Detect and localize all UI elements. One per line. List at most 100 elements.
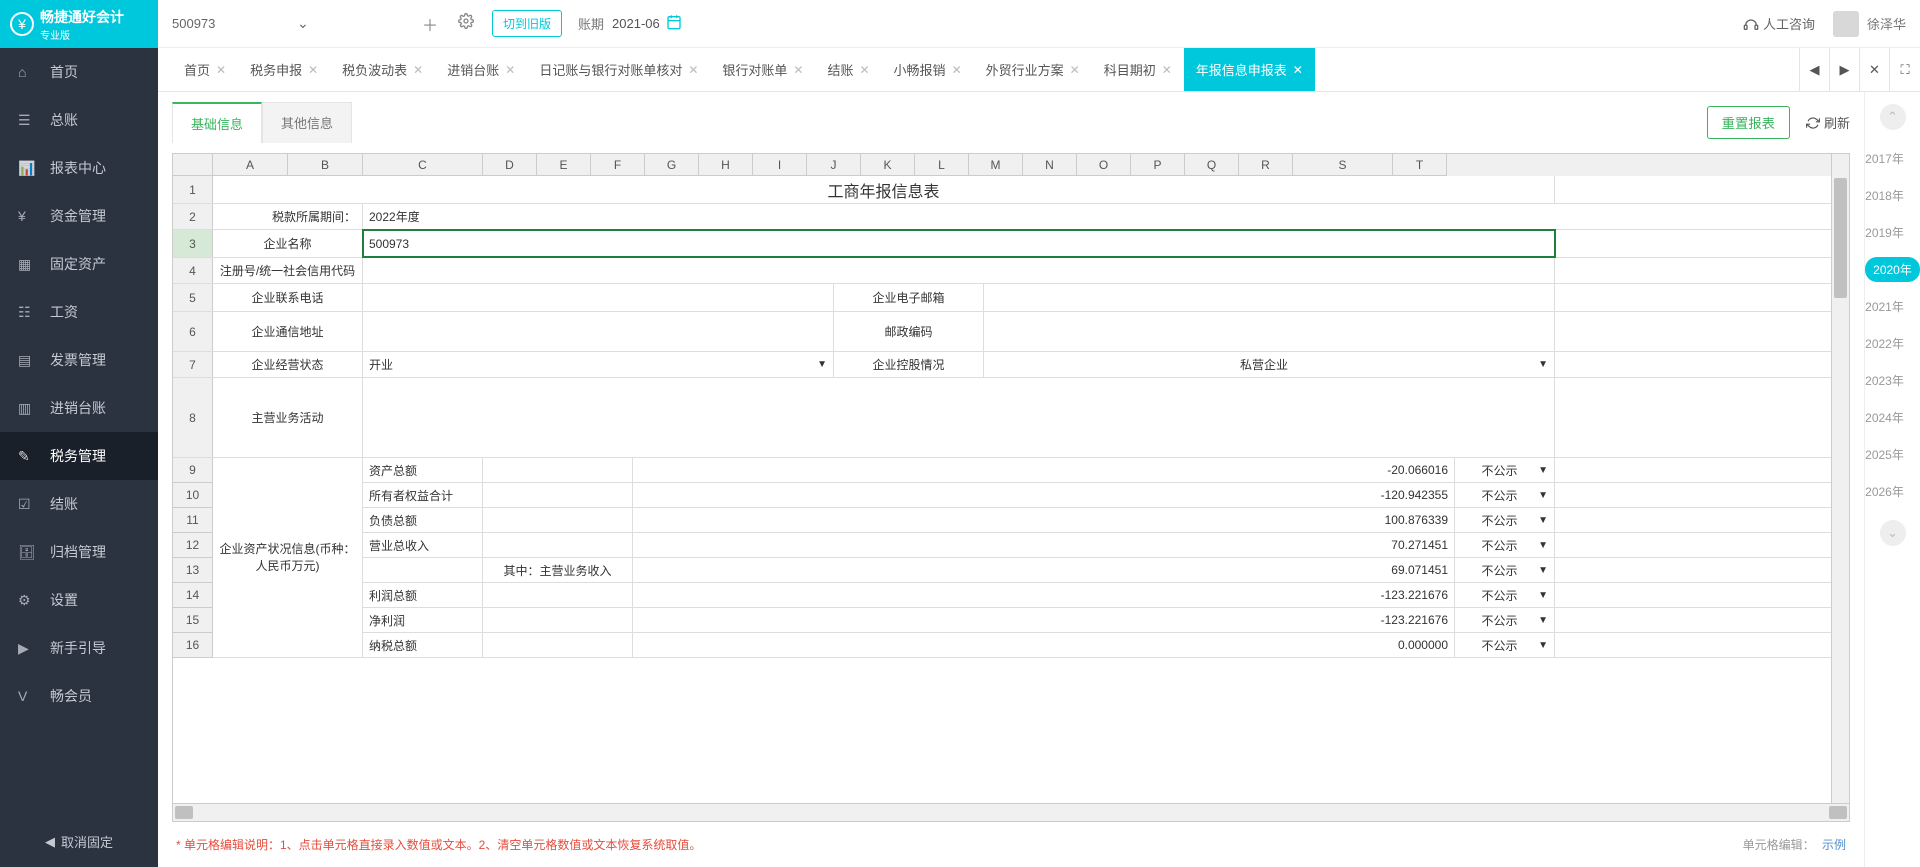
tab-年报信息申报表[interactable]: 年报信息申报表✕ <box>1184 48 1315 91</box>
col-head-K[interactable]: K <box>861 154 915 176</box>
close-icon[interactable]: ✕ <box>1162 63 1172 77</box>
year-2019年[interactable]: 2019年 <box>1865 214 1920 251</box>
col-head-B[interactable]: B <box>288 154 363 176</box>
close-icon[interactable]: ✕ <box>793 63 803 77</box>
tab-结账[interactable]: 结账✕ <box>815 48 881 91</box>
tab-小畅报销[interactable]: 小畅报销✕ <box>882 48 974 91</box>
refresh-button[interactable]: 刷新 <box>1806 113 1850 132</box>
company-selector[interactable]: 500973 ⌄ <box>172 15 412 32</box>
fin-value-15[interactable]: -123.221676 <box>633 608 1455 632</box>
unpin-sidebar[interactable]: ◀ 取消固定 <box>0 816 158 867</box>
tab-银行对账单[interactable]: 银行对账单✕ <box>710 48 815 91</box>
publish-select-14[interactable]: 不公示▼ <box>1455 583 1555 607</box>
calendar-icon[interactable] <box>666 14 682 33</box>
sidebar-item-fund[interactable]: ¥资金管理 <box>0 192 158 240</box>
vertical-scrollbar[interactable] <box>1831 154 1849 803</box>
sidebar-item-gear[interactable]: ⚙设置 <box>0 576 158 624</box>
sidebar-item-home[interactable]: ⌂首页 <box>0 48 158 96</box>
publish-select-10[interactable]: 不公示▼ <box>1455 483 1555 507</box>
col-head-L[interactable]: L <box>915 154 969 176</box>
sidebar-item-report[interactable]: 📊报表中心 <box>0 144 158 192</box>
close-icon[interactable]: ✕ <box>1293 63 1303 77</box>
col-head-P[interactable]: P <box>1131 154 1185 176</box>
fullscreen-icon[interactable]: ⛶ <box>1890 48 1920 91</box>
year-2024年[interactable]: 2024年 <box>1865 399 1920 436</box>
col-head-Q[interactable]: Q <box>1185 154 1239 176</box>
col-head-N[interactable]: N <box>1023 154 1077 176</box>
col-head-A[interactable]: A <box>213 154 288 176</box>
tab-外贸行业方案[interactable]: 外贸行业方案✕ <box>974 48 1092 91</box>
holding-select[interactable]: 私营企业▼ <box>984 352 1555 377</box>
publish-select-16[interactable]: 不公示▼ <box>1455 633 1555 657</box>
row-head-5[interactable]: 5 <box>173 284 213 311</box>
close-icon[interactable]: ✕ <box>688 63 698 77</box>
sidebar-item-invoice[interactable]: ▤发票管理 <box>0 336 158 384</box>
row-head-4[interactable]: 4 <box>173 258 213 283</box>
year-2026年[interactable]: 2026年 <box>1865 473 1920 510</box>
add-icon[interactable]: ＋ <box>422 12 438 36</box>
spreadsheet[interactable]: ABCDEFGHIJKLMNOPQRST 1工商年报信息表2税款所属期间：202… <box>173 154 1831 803</box>
horizontal-scrollbar[interactable] <box>172 804 1850 822</box>
col-head-T[interactable]: T <box>1393 154 1447 176</box>
support-link[interactable]: 人工咨询 <box>1743 14 1815 33</box>
col-head-D[interactable]: D <box>483 154 537 176</box>
row-head-7[interactable]: 7 <box>173 352 213 377</box>
tab-进销台账[interactable]: 进销台账✕ <box>435 48 527 91</box>
col-head-F[interactable]: F <box>591 154 645 176</box>
close-icon[interactable]: ✕ <box>1070 63 1080 77</box>
tab-close-all[interactable]: ✕ <box>1860 48 1890 91</box>
close-icon[interactable]: ✕ <box>308 63 318 77</box>
tab-科目期初[interactable]: 科目期初✕ <box>1092 48 1184 91</box>
inner-tab-other[interactable]: 其他信息 <box>262 102 352 143</box>
col-head-S[interactable]: S <box>1293 154 1393 176</box>
publish-select-13[interactable]: 不公示▼ <box>1455 558 1555 582</box>
year-scroll-down[interactable]: ⌄ <box>1880 520 1906 546</box>
tab-税务申报[interactable]: 税务申报✕ <box>238 48 330 91</box>
tab-scroll-right[interactable]: ▶ <box>1830 48 1860 91</box>
user-menu[interactable]: 徐泽华 <box>1833 11 1906 37</box>
year-2025年[interactable]: 2025年 <box>1865 436 1920 473</box>
col-head-E[interactable]: E <box>537 154 591 176</box>
col-head-R[interactable]: R <box>1239 154 1293 176</box>
sidebar-item-ledger[interactable]: ☰总账 <box>0 96 158 144</box>
sidebar-item-guide[interactable]: ▶新手引导 <box>0 624 158 672</box>
row-head-8[interactable]: 8 <box>173 378 213 457</box>
year-2020年[interactable]: 2020年 <box>1865 257 1920 282</box>
fin-value-13[interactable]: 69.071451 <box>633 558 1455 582</box>
fin-value-12[interactable]: 70.271451 <box>633 533 1455 557</box>
gear-icon[interactable] <box>458 13 474 34</box>
col-head-G[interactable]: G <box>645 154 699 176</box>
year-2017年[interactable]: 2017年 <box>1865 140 1920 177</box>
sidebar-item-vip[interactable]: V畅会员 <box>0 672 158 720</box>
reset-report-button[interactable]: 重置报表 <box>1707 106 1790 139</box>
publish-select-15[interactable]: 不公示▼ <box>1455 608 1555 632</box>
sidebar-item-salary[interactable]: ☷工资 <box>0 288 158 336</box>
col-head-M[interactable]: M <box>969 154 1023 176</box>
year-scroll-up[interactable]: ⌃ <box>1880 104 1906 130</box>
sidebar-item-tax[interactable]: ✎税务管理 <box>0 432 158 480</box>
year-2018年[interactable]: 2018年 <box>1865 177 1920 214</box>
row-head-1[interactable]: 1 <box>173 176 213 203</box>
year-2022年[interactable]: 2022年 <box>1865 325 1920 362</box>
example-link[interactable]: 示例 <box>1822 838 1846 852</box>
tab-scroll-left[interactable]: ◀ <box>1800 48 1830 91</box>
close-icon[interactable]: ✕ <box>859 63 869 77</box>
business-status-select[interactable]: 开业▼ <box>363 352 834 377</box>
publish-select-11[interactable]: 不公示▼ <box>1455 508 1555 532</box>
year-2021年[interactable]: 2021年 <box>1865 288 1920 325</box>
tab-日记账与银行对账单核对[interactable]: 日记账与银行对账单核对✕ <box>527 48 710 91</box>
sidebar-item-archive[interactable]: 🗄归档管理 <box>0 528 158 576</box>
row-head-6[interactable]: 6 <box>173 312 213 351</box>
sidebar-item-asset[interactable]: ▦固定资产 <box>0 240 158 288</box>
sidebar-item-psi[interactable]: ▥进销台账 <box>0 384 158 432</box>
col-head-H[interactable]: H <box>699 154 753 176</box>
close-icon[interactable]: ✕ <box>413 63 423 77</box>
row-head-2[interactable]: 2 <box>173 204 213 229</box>
fin-value-10[interactable]: -120.942355 <box>633 483 1455 507</box>
tab-税负波动表[interactable]: 税负波动表✕ <box>330 48 435 91</box>
fin-value-11[interactable]: 100.876339 <box>633 508 1455 532</box>
row-head-3[interactable]: 3 <box>173 230 213 257</box>
publish-select-12[interactable]: 不公示▼ <box>1455 533 1555 557</box>
close-icon[interactable]: ✕ <box>216 63 226 77</box>
col-head-I[interactable]: I <box>753 154 807 176</box>
